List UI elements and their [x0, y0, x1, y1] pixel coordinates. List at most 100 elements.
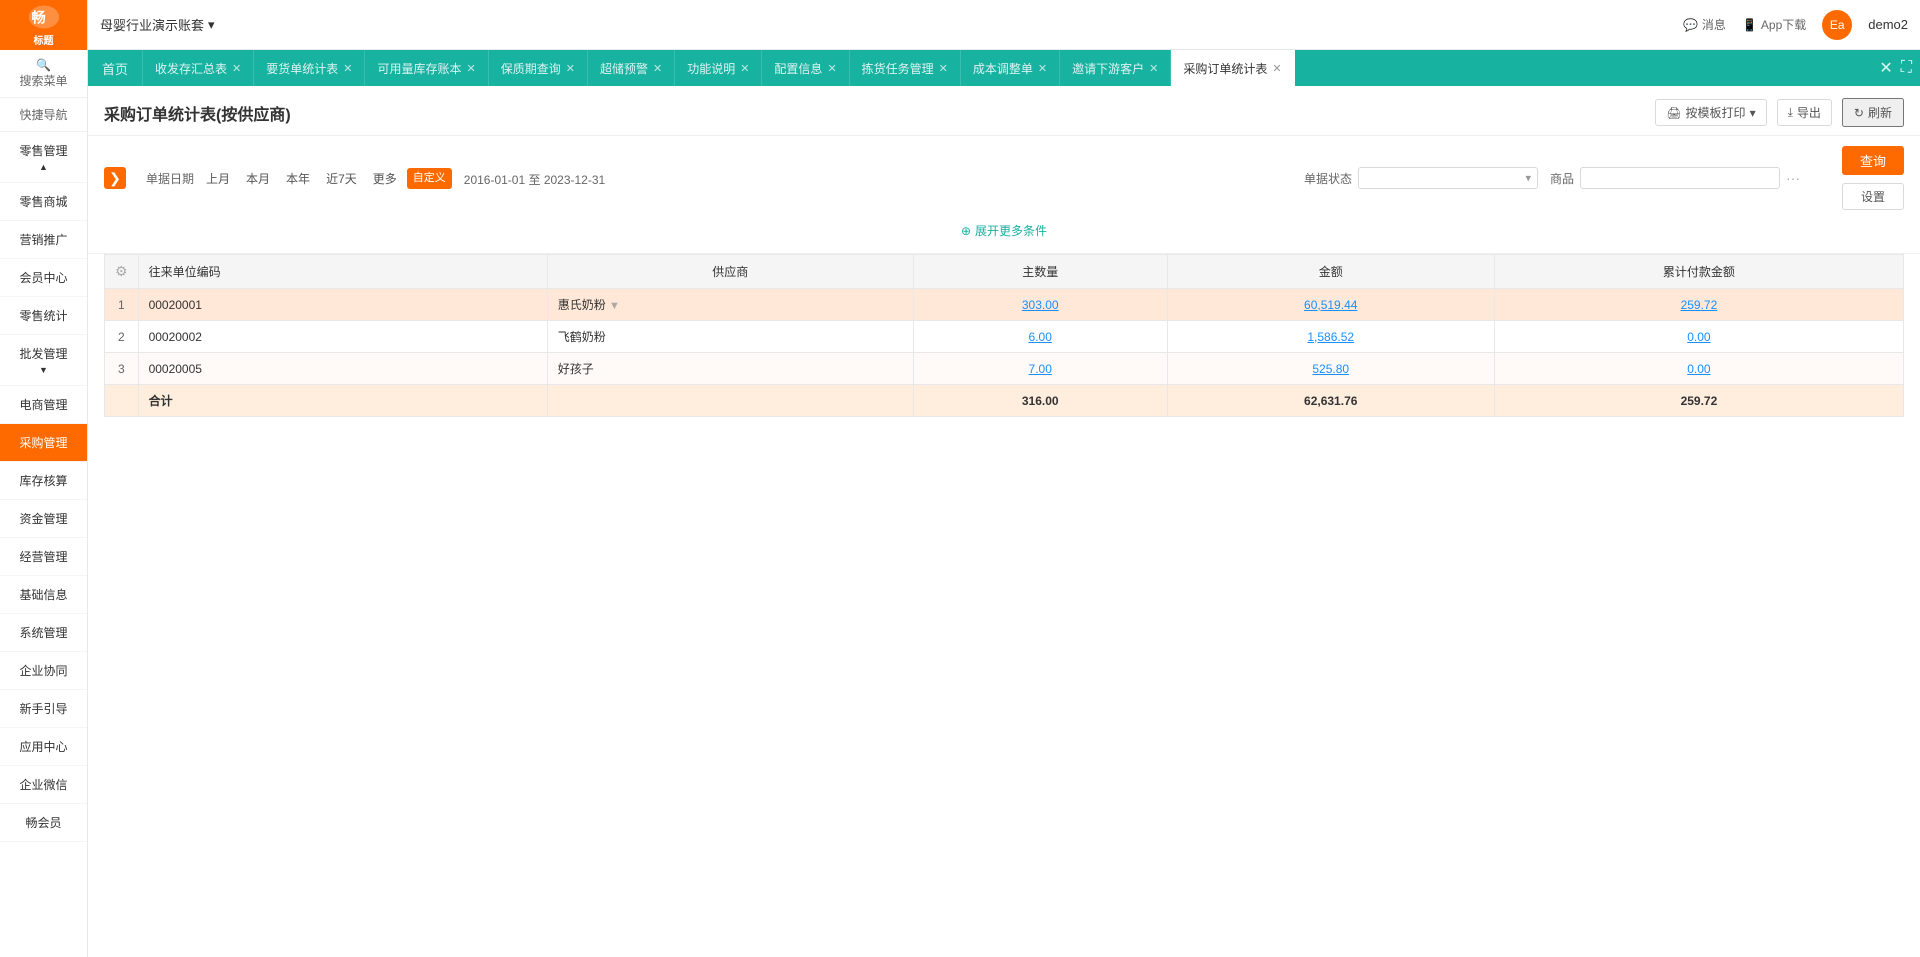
sidebar-item-member-pro[interactable]: 畅会员: [0, 804, 87, 842]
sidebar-item-retail-stats[interactable]: 零售统计: [0, 297, 87, 335]
col-qty: 主数量: [913, 255, 1167, 289]
table-row[interactable]: 1 00020001 惠氏奶粉 ▼ 303.00 60,519.44 259.7…: [105, 289, 1904, 321]
main-content: 母婴行业演示账套 ▾ 💬 消息 📱 App下载 Ea demo2 首页 收发存汇…: [88, 0, 1920, 957]
tab-jianhuo[interactable]: 拣货任务管理 ✕: [850, 50, 961, 86]
cell-qty[interactable]: 6.00: [913, 321, 1167, 353]
expand-icon: ⊕: [961, 224, 971, 238]
sidebar-quick-nav[interactable]: 快捷导航: [0, 98, 87, 132]
tab-yaohuo[interactable]: 要货单统计表 ✕: [254, 50, 365, 86]
sidebar-item-collab[interactable]: 企业协同: [0, 652, 87, 690]
tab-close-icon[interactable]: ✕: [1038, 62, 1047, 75]
expand-filters-button[interactable]: ⊕ 展开更多条件: [104, 218, 1904, 243]
date-shortcuts: 上月 本月 本年 近7天 更多 自定义: [200, 168, 452, 189]
cell-amount[interactable]: 525.80: [1167, 353, 1494, 385]
sidebar-item-label: 应用中心: [19, 738, 67, 755]
footer-row: 合计 316.00 62,631.76 259.72: [105, 385, 1904, 417]
tab-close-icon[interactable]: ✕: [566, 62, 575, 75]
cell-amount[interactable]: 1,586.52: [1167, 321, 1494, 353]
messages-button[interactable]: 💬 消息: [1683, 16, 1726, 33]
goods-more-icon[interactable]: ···: [1786, 170, 1800, 186]
tab-label: 成本调整单: [973, 60, 1033, 77]
custom-date-tag[interactable]: 自定义: [407, 168, 452, 189]
sidebar-item-label: 零售商城: [19, 193, 67, 210]
cell-qty[interactable]: 7.00: [913, 353, 1167, 385]
settings-button[interactable]: 设置: [1842, 183, 1904, 210]
cell-paid[interactable]: 259.72: [1494, 289, 1903, 321]
tab-close-icon[interactable]: ✕: [1149, 62, 1158, 75]
sidebar-item-basics[interactable]: 基础信息: [0, 576, 87, 614]
sidebar-item-retail-mgmt[interactable]: 零售管理 ▲: [0, 132, 87, 183]
query-button[interactable]: 查询: [1842, 146, 1904, 175]
sidebar-item-marketing[interactable]: 营销推广: [0, 221, 87, 259]
refresh-button[interactable]: ↻ 刷新: [1842, 98, 1904, 127]
date-btn-last-month[interactable]: 上月: [200, 168, 236, 189]
maximize-button[interactable]: ⛶: [1901, 59, 1912, 77]
filter-area: ❯ 单据日期 上月 本月 本年 近7天 更多 自定义 2016-01-01 至 …: [88, 136, 1920, 254]
sidebar-item-label: 资金管理: [19, 510, 67, 527]
tab-close-icon[interactable]: ✕: [232, 62, 241, 75]
goods-input[interactable]: [1580, 167, 1780, 189]
cell-paid[interactable]: 0.00: [1494, 353, 1903, 385]
date-btn-this-month[interactable]: 本月: [240, 168, 276, 189]
industry-selector[interactable]: 母婴行业演示账套 ▾: [100, 15, 215, 34]
tab-chengben[interactable]: 成本调整单 ✕: [961, 50, 1060, 86]
sidebar-item-inventory[interactable]: 库存核算: [0, 462, 87, 500]
tab-close-icon[interactable]: ✕: [827, 62, 836, 75]
sidebar-item-label: 营销推广: [19, 231, 67, 248]
status-select[interactable]: [1358, 167, 1538, 189]
col-amount: 金额: [1167, 255, 1494, 289]
sidebar-item-purchase[interactable]: 采购管理: [0, 424, 87, 462]
tab-gongneng[interactable]: 功能说明 ✕: [675, 50, 762, 86]
date-btn-7days[interactable]: 近7天: [320, 168, 363, 189]
cell-amount[interactable]: 60,519.44: [1167, 289, 1494, 321]
status-select-wrap: [1358, 167, 1538, 189]
app-download-button[interactable]: 📱 App下载: [1742, 16, 1806, 33]
sidebar-item-retail-mall[interactable]: 零售商城: [0, 183, 87, 221]
date-btn-this-year[interactable]: 本年: [280, 168, 316, 189]
sidebar-item-operations[interactable]: 经营管理: [0, 538, 87, 576]
tab-invite[interactable]: 邀请下游客户 ✕: [1060, 50, 1171, 86]
sidebar-item-wecom[interactable]: 企业微信: [0, 766, 87, 804]
close-tab-button[interactable]: ✕: [1879, 58, 1892, 78]
date-btn-more[interactable]: 更多: [367, 168, 403, 189]
sidebar-item-members[interactable]: 会员中心: [0, 259, 87, 297]
footer-paid: 259.72: [1494, 385, 1903, 417]
tab-close-icon[interactable]: ✕: [740, 62, 749, 75]
tab-close-icon[interactable]: ✕: [1272, 62, 1281, 75]
column-settings-icon[interactable]: ⚙: [115, 263, 128, 279]
filter-collapse-button[interactable]: ❯: [104, 167, 126, 189]
sidebar-search[interactable]: 🔍 搜索菜单: [0, 50, 87, 98]
message-icon: 💬: [1683, 18, 1698, 32]
sidebar-item-ecommerce[interactable]: 电商管理: [0, 386, 87, 424]
tab-close-icon[interactable]: ✕: [653, 62, 662, 75]
sidebar-item-finance[interactable]: 资金管理: [0, 500, 87, 538]
template-print-button[interactable]: 🖨 按模板打印 ▾: [1655, 99, 1766, 126]
tab-chaochu[interactable]: 超储预警 ✕: [588, 50, 675, 86]
sidebar-item-newguide[interactable]: 新手引导: [0, 690, 87, 728]
sidebar-item-wholesale[interactable]: 批发管理 ▼: [0, 335, 87, 386]
sidebar-item-appcenter[interactable]: 应用中心: [0, 728, 87, 766]
cell-paid[interactable]: 0.00: [1494, 321, 1903, 353]
tab-shoufacun[interactable]: 收发存汇总表 ✕: [143, 50, 254, 86]
cell-qty[interactable]: 303.00: [913, 289, 1167, 321]
cell-supplier: 飞鹤奶粉: [547, 321, 913, 353]
tab-close-icon[interactable]: ✕: [343, 62, 352, 75]
svg-text:畅: 畅: [31, 8, 45, 26]
tab-close-icon[interactable]: ✕: [467, 62, 476, 75]
avatar[interactable]: Ea: [1822, 10, 1852, 40]
tab-purchase-stats[interactable]: 采购订单统计表 ✕: [1171, 50, 1294, 86]
sidebar-item-system[interactable]: 系统管理: [0, 614, 87, 652]
table-row[interactable]: 3 00020005 好孩子 7.00 525.80 0.00: [105, 353, 1904, 385]
table-row[interactable]: 2 00020002 飞鹤奶粉 6.00 1,586.52 0.00: [105, 321, 1904, 353]
export-button[interactable]: ⤓ 导出: [1777, 99, 1832, 126]
download-icon: 📱: [1742, 18, 1757, 32]
filter-date-range-item: 2016-01-01 至 2023-12-31: [464, 169, 605, 188]
tab-label: 邀请下游客户: [1072, 60, 1144, 77]
refresh-label: 刷新: [1868, 104, 1892, 121]
template-arrow-icon: ▾: [1750, 106, 1756, 120]
tab-kuyongliang[interactable]: 可用量库存账本 ✕: [365, 50, 488, 86]
tab-home[interactable]: 首页: [88, 50, 143, 86]
tab-baozhi[interactable]: 保质期查询 ✕: [489, 50, 588, 86]
tab-close-icon[interactable]: ✕: [939, 62, 948, 75]
tab-peizhi[interactable]: 配置信息 ✕: [762, 50, 849, 86]
